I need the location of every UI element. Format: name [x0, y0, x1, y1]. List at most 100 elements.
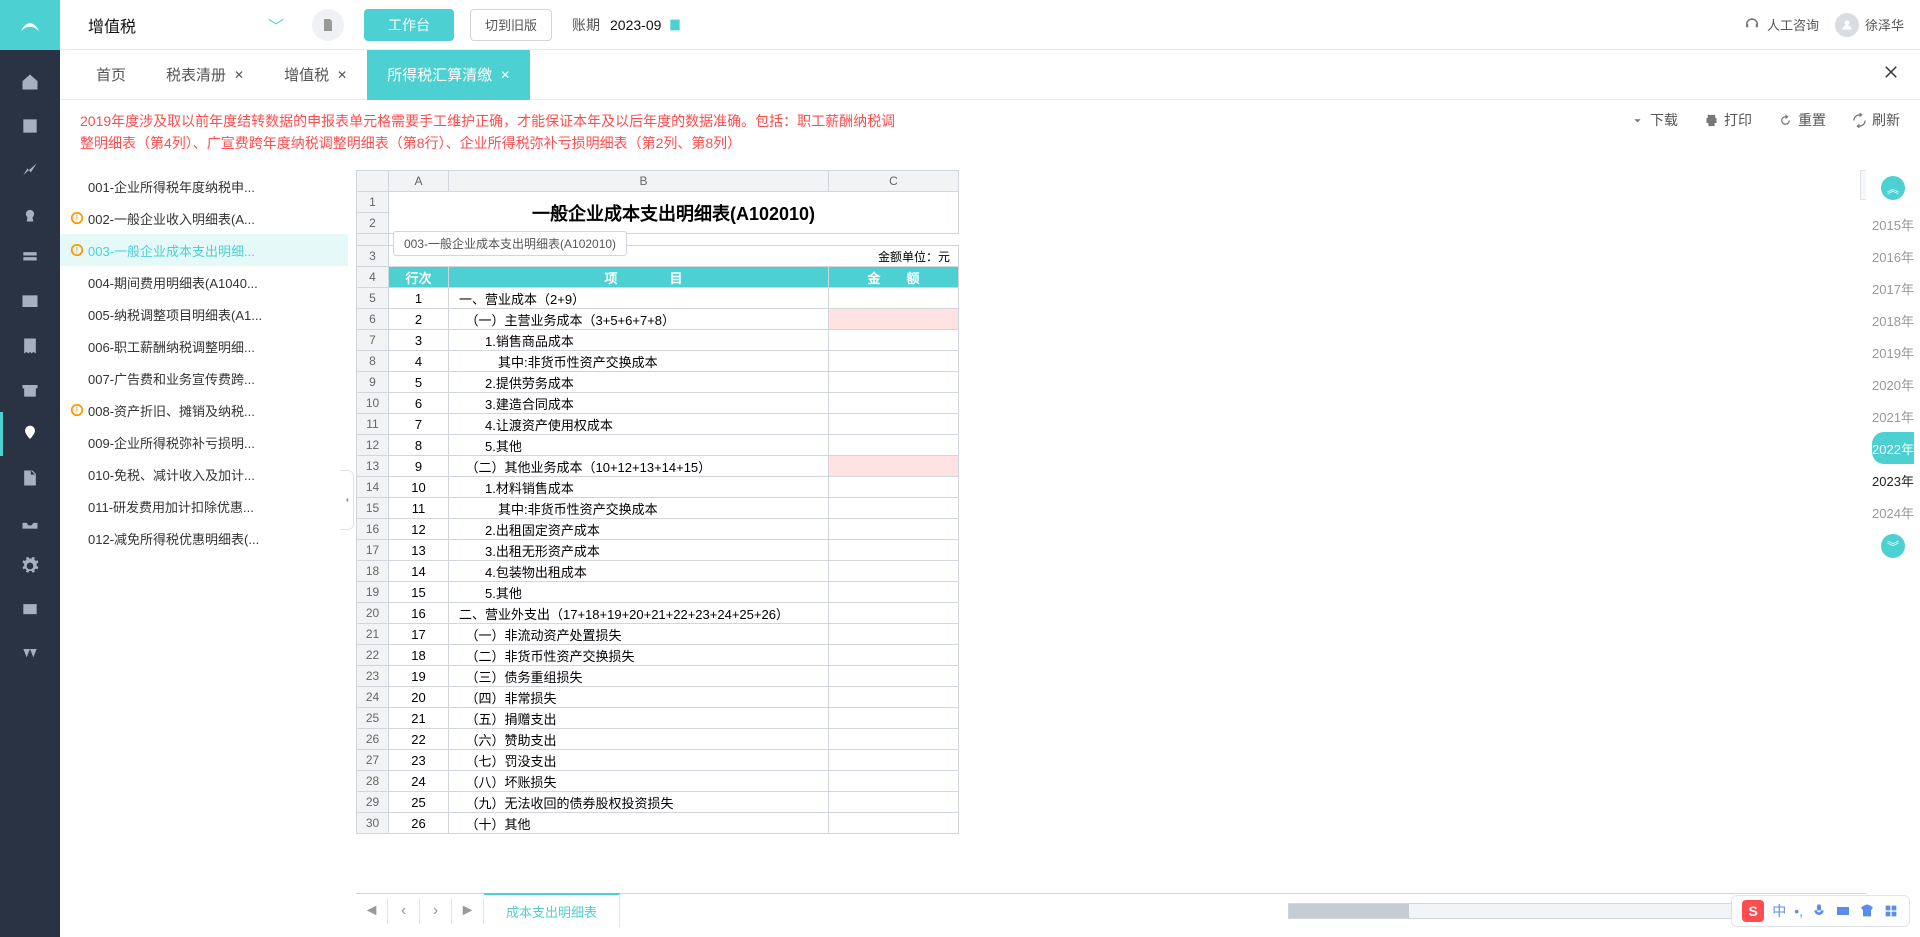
table-row[interactable]: 84 其中:非货币性资产交换成本	[357, 351, 959, 372]
nav-inbox[interactable]	[0, 500, 60, 544]
ime-logo-icon: S	[1742, 900, 1764, 922]
nav-archive[interactable]	[0, 368, 60, 412]
nav-report[interactable]	[0, 148, 60, 192]
table-row[interactable]: 2622 （六）赞助支出	[357, 729, 959, 750]
table-row[interactable]: 2117 （一）非流动资产处置损失	[357, 624, 959, 645]
form-item-4[interactable]: 005-纳税调整项目明细表(A1...	[60, 298, 348, 330]
table-row[interactable]: 2319 （三）债务重组损失	[357, 666, 959, 687]
notice-text: 2019年度涉及取以前年度结转数据的申报表单元格需要手工维护正确，才能保证本年及…	[80, 110, 900, 155]
nav-apps[interactable]	[0, 588, 60, 632]
table-row[interactable]: 1410 1.材料销售成本	[357, 477, 959, 498]
company-name: 增值税	[88, 13, 136, 37]
form-item-9[interactable]: 010-免税、减计收入及加计...	[60, 458, 348, 490]
reset-button[interactable]: 重置	[1778, 110, 1826, 130]
table-row[interactable]: 1511 其中:非货币性资产交换成本	[357, 498, 959, 519]
form-item-2[interactable]: !003-一般企业成本支出明细...	[60, 234, 348, 266]
year-2015年[interactable]: 2015年	[1872, 208, 1914, 240]
table-row[interactable]: 2723 （七）罚没支出	[357, 750, 959, 771]
form-item-8[interactable]: 009-企业所得税弥补亏损明...	[60, 426, 348, 458]
table-row[interactable]: 2521 （五）捐赠支出	[357, 708, 959, 729]
refresh-button[interactable]: 刷新	[1852, 110, 1900, 130]
sheet-first[interactable]: ◄	[356, 898, 388, 924]
workspace-button[interactable]: 工作台	[364, 9, 454, 41]
table-row[interactable]: 128 5.其他	[357, 435, 959, 456]
tab-2[interactable]: 增值税✕	[264, 50, 367, 100]
table-row[interactable]: 62 （一）主营业务成本（3+5+6+7+8）	[357, 309, 959, 330]
tab-1[interactable]: 税表清册✕	[146, 50, 264, 100]
svg-text:!: !	[76, 214, 79, 225]
nav-salary[interactable]	[0, 280, 60, 324]
form-item-1[interactable]: !002-一般企业收入明细表(A...	[60, 202, 348, 234]
table-row[interactable]: 2420 （四）非常损失	[357, 687, 959, 708]
nav-assets[interactable]	[0, 236, 60, 280]
form-item-7[interactable]: !008-资产折旧、摊销及纳税...	[60, 394, 348, 426]
sheet-next[interactable]: ›	[420, 898, 452, 924]
period-picker[interactable]: 2023-09	[610, 17, 683, 33]
nav-voucher[interactable]	[0, 104, 60, 148]
table-row[interactable]: 1915 5.其他	[357, 582, 959, 603]
close-icon	[1882, 63, 1900, 81]
table-row[interactable]: 1612 2.出租固定资产成本	[357, 519, 959, 540]
form-item-0[interactable]: 001-企业所得税年度纳税申...	[60, 170, 348, 202]
year-scroll-up[interactable]: ︽	[1881, 176, 1905, 200]
print-button[interactable]: 打印	[1704, 110, 1752, 130]
year-2016年[interactable]: 2016年	[1872, 240, 1914, 272]
nav-invoice[interactable]	[0, 324, 60, 368]
year-2022年[interactable]: 2022年	[1872, 432, 1914, 464]
year-2023年[interactable]: 2023年	[1872, 464, 1914, 496]
table-row[interactable]: 2824 （八）坏账损失	[357, 771, 959, 792]
nav-home[interactable]	[0, 60, 60, 104]
table-row[interactable]: 117 4.让渡资产使用权成本	[357, 414, 959, 435]
sheet-last[interactable]: ►	[452, 898, 484, 924]
close-all-tabs[interactable]	[1882, 63, 1900, 86]
form-item-5[interactable]: 006-职工薪酬纳税调整明细...	[60, 330, 348, 362]
table-row[interactable]: 106 3.建造合同成本	[357, 393, 959, 414]
sheet-tab[interactable]: 成本支出明细表	[484, 893, 620, 927]
table-row[interactable]: 139 （二）其他业务成本（10+12+13+14+15）	[357, 456, 959, 477]
form-item-10[interactable]: 011-研发费用加计扣除优惠...	[60, 490, 348, 522]
tab-3[interactable]: 所得税汇算清缴✕	[367, 50, 530, 100]
close-icon[interactable]: ✕	[234, 68, 244, 82]
table-row[interactable]: 1814 4.包装物出租成本	[357, 561, 959, 582]
warning-icon: !	[70, 403, 84, 417]
table-row[interactable]: 1713 3.出租无形资产成本	[357, 540, 959, 561]
nav-vip[interactable]	[0, 632, 60, 676]
form-item-3[interactable]: 004-期间费用明细表(A1040...	[60, 266, 348, 298]
close-icon[interactable]: ✕	[337, 68, 347, 82]
close-icon[interactable]: ✕	[500, 68, 510, 82]
old-version-button[interactable]: 切到旧版	[470, 9, 552, 41]
app-logo[interactable]	[0, 0, 60, 50]
company-select[interactable]: 增值税 ﹀	[76, 7, 296, 43]
year-2021年[interactable]: 2021年	[1872, 400, 1914, 432]
sheet-prev[interactable]: ‹	[388, 898, 420, 924]
table-row[interactable]: 2925 （九）无法收回的债券股权投资损失	[357, 792, 959, 813]
nav-tax[interactable]	[0, 412, 60, 456]
table-row[interactable]: 51一、营业成本（2+9）	[357, 288, 959, 309]
doc-circle-button[interactable]	[312, 9, 344, 41]
user-menu[interactable]: 徐泽华	[1835, 13, 1904, 37]
year-scroll-down[interactable]: ︾	[1881, 534, 1905, 558]
collapse-handle[interactable]	[340, 470, 354, 530]
year-2018年[interactable]: 2018年	[1872, 304, 1914, 336]
table-row[interactable]: 2218 （二）非货币性资产交换损失	[357, 645, 959, 666]
year-2017年[interactable]: 2017年	[1872, 272, 1914, 304]
year-2020年[interactable]: 2020年	[1872, 368, 1914, 400]
year-2019年[interactable]: 2019年	[1872, 336, 1914, 368]
notice-bar: 2019年度涉及取以前年度结转数据的申报表单元格需要手工维护正确，才能保证本年及…	[60, 100, 1920, 165]
table-row[interactable]: 95 2.提供劳务成本	[357, 372, 959, 393]
year-rail: ︽ 2015年2016年2017年2018年2019年2020年2021年202…	[1866, 170, 1920, 937]
consult-button[interactable]: 人工咨询	[1743, 15, 1819, 34]
nav-closing[interactable]	[0, 456, 60, 500]
tab-0[interactable]: 首页	[76, 50, 146, 100]
ime-bar[interactable]: S 中 •,	[1731, 895, 1910, 927]
table-row[interactable]: 2016二、营业外支出（17+18+19+20+21+22+23+24+25+2…	[357, 603, 959, 624]
year-2024年[interactable]: 2024年	[1872, 496, 1914, 528]
table-row[interactable]: 73 1.销售商品成本	[357, 330, 959, 351]
sheet-table[interactable]: ABC 1一般企业成本支出明细表(A102010) 2 003-一般企业成本支出…	[356, 170, 959, 834]
download-button[interactable]: 下载	[1630, 110, 1678, 130]
nav-settings[interactable]	[0, 544, 60, 588]
form-item-6[interactable]: 007-广告费和业务宣传费跨...	[60, 362, 348, 394]
form-item-11[interactable]: 012-减免所得税优惠明细表(...	[60, 522, 348, 554]
table-row[interactable]: 3026 （十）其他	[357, 813, 959, 834]
nav-funds[interactable]	[0, 192, 60, 236]
